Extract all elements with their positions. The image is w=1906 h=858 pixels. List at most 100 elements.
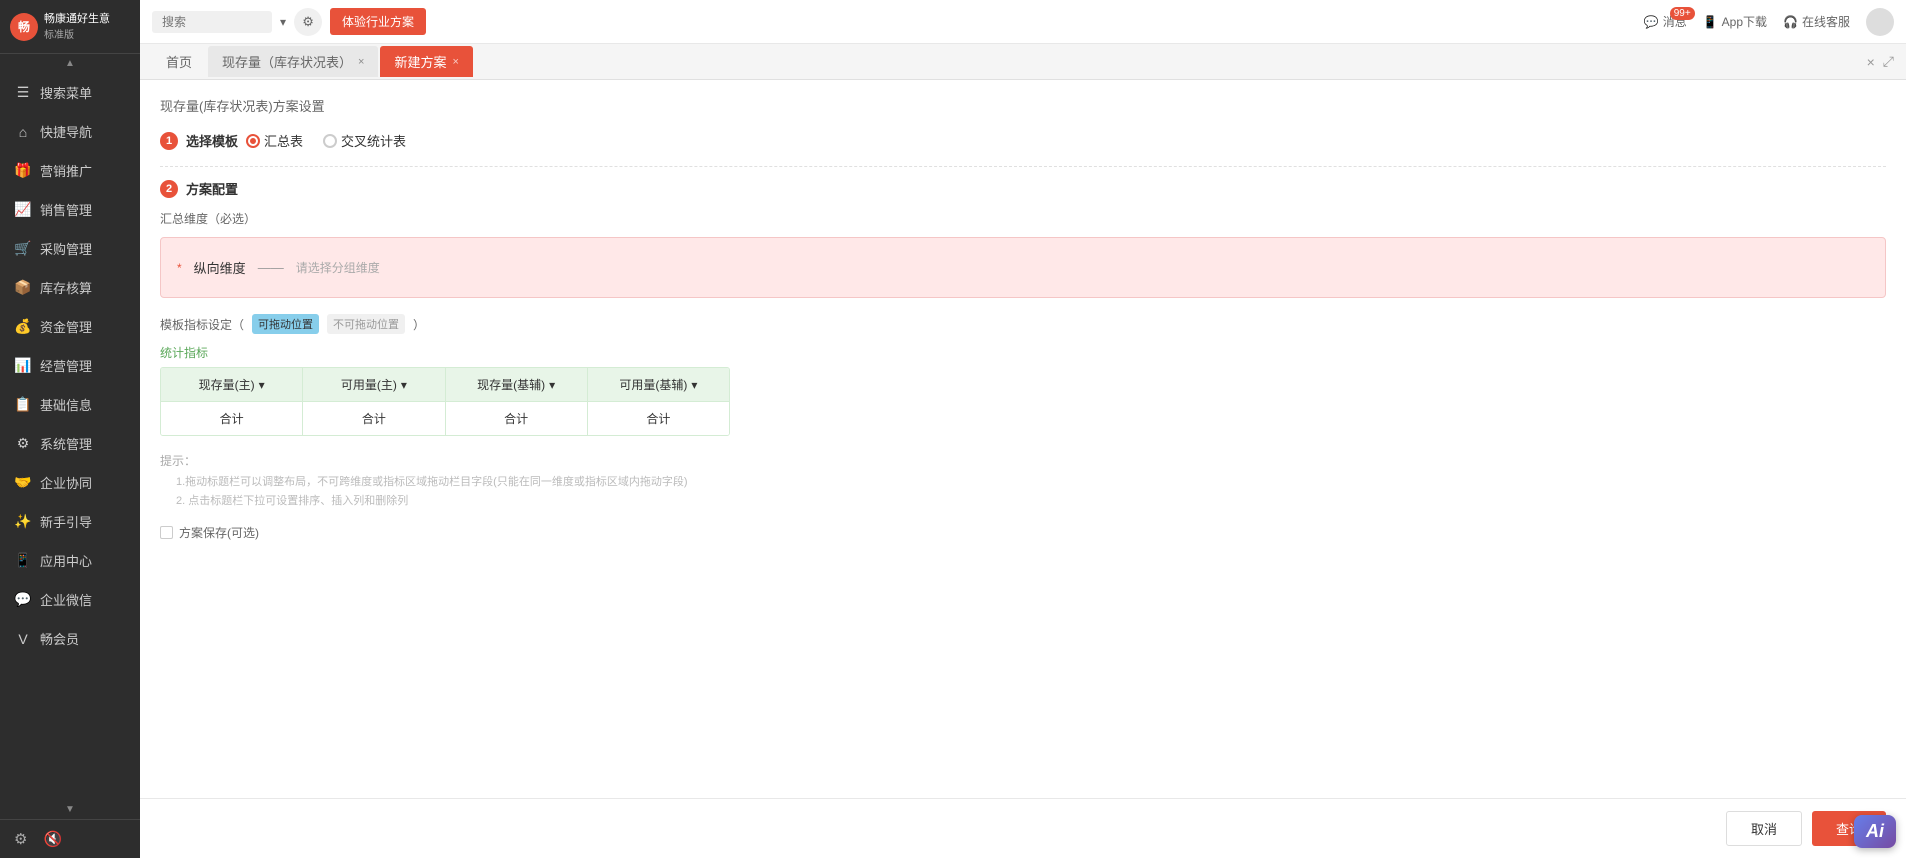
step1-title: 选择模板 [186,131,238,150]
customer-service-label: 在线客服 [1802,13,1850,30]
stats-data-cell-0-1: 合计 [303,402,445,435]
stats-header-cell-1[interactable]: 可用量(主) ▾ [303,368,445,401]
sidebar-item-enterprise[interactable]: 🤝 企业协同 [0,463,140,502]
sidebar-item-label: 企业协同 [40,473,92,492]
customer-service-item[interactable]: 🎧 在线客服 [1783,13,1850,30]
scroll-up-icon[interactable]: ▲ [65,58,75,69]
message-icon: 💬 [1644,15,1659,29]
sidebar-item-label: 采购管理 [40,239,92,258]
messages-item[interactable]: 💬 消息 99+ [1644,13,1687,30]
step2-number: 2 [160,180,178,198]
search-input[interactable] [152,11,272,33]
sidebar-item-label: 资金管理 [40,317,92,336]
stats-data-cell-0-3: 合计 [588,402,729,435]
dim-label: 纵向维度 [194,258,246,277]
sidebar-item-label: 应用中心 [40,551,92,570]
stats-header-cell-3[interactable]: 可用量(基辅) ▾ [588,368,729,401]
header-cell-0-dropdown-icon[interactable]: ▾ [259,378,265,392]
sidebar-item-enterprise-wechat[interactable]: 💬 企业微信 [0,580,140,619]
stats-table: 现存量(主) ▾ 可用量(主) ▾ 现存量(基辅) ▾ 可用量(基辅) [160,367,730,436]
panel-expand-button[interactable]: ⤢ [1883,53,1894,70]
header-cell-2-dropdown-icon[interactable]: ▾ [549,378,555,392]
stats-header-cell-2[interactable]: 现存量(基辅) ▾ [446,368,588,401]
panel-close-button[interactable]: × [1867,53,1875,70]
sidebar-item-system[interactable]: ⚙ 系统管理 [0,424,140,463]
finance-icon: 💰 [14,318,32,335]
tabbar: 首页 现存量（库存状况表） × 新建方案 × × ⤢ [140,44,1906,80]
header-cell-1-dropdown-icon[interactable]: ▾ [401,378,407,392]
indicator-label: 模板指标设定（ 可拖动位置 不可拖动位置 ） [160,314,1886,334]
save-checkbox-input[interactable] [160,526,173,539]
tab-inventory-status[interactable]: 现存量（库存状况表） × [208,46,378,77]
step1-header: 1 选择模板 汇总表 交叉统计表 [160,131,1886,150]
operations-icon: 📊 [14,357,32,374]
app-center-icon: 📱 [14,552,32,569]
sidebar-item-basic-info[interactable]: 📋 基础信息 [0,385,140,424]
sidebar-item-vip-member[interactable]: V 畅会员 [0,619,140,658]
radio-cross[interactable]: 交叉统计表 [323,131,406,150]
template-radio-group: 汇总表 交叉统计表 [246,131,406,150]
cancel-button[interactable]: 取消 [1726,811,1802,846]
sidebar-item-label: 搜索菜单 [40,83,92,102]
logo-text: 畅康通好生意 [44,12,110,26]
tab-new-scheme-close-icon[interactable]: × [452,56,458,68]
sidebar-item-label: 经营管理 [40,356,92,375]
topbar-right: 💬 消息 99+ 📱 App下载 🎧 在线客服 [1644,8,1894,36]
step2-section: 2 方案配置 汇总维度（必选） * 纵向维度 —— 请选择分组维度 模板指标设定… [160,179,1886,541]
dimension-section-label: 汇总维度（必选） [160,210,1886,227]
stats-data-cell-0-0: 合计 [161,402,303,435]
topbar: ▾ ⚙ 体验行业方案 💬 消息 99+ 📱 App下载 🎧 在线客服 [140,0,1906,44]
tab-inventory-close-icon[interactable]: × [358,56,364,68]
ai-badge[interactable]: Ai [1854,815,1896,848]
tab-new-scheme[interactable]: 新建方案 × [380,46,472,77]
step1-divider [160,166,1886,167]
sales-icon: 📈 [14,201,32,218]
sidebar-item-inventory[interactable]: 📦 库存核算 [0,268,140,307]
bottom-settings-icon[interactable]: ⚙ [14,830,27,848]
sidebar-item-label: 系统管理 [40,434,92,453]
sidebar-item-new-guide[interactable]: ✨ 新手引导 [0,502,140,541]
sidebar-item-marketing[interactable]: 🎁 营销推广 [0,151,140,190]
save-checkbox-container[interactable]: 方案保存(可选) [160,524,1886,541]
sidebar-item-quick-nav[interactable]: ⌂ 快捷导航 [0,112,140,151]
topbar-settings-btn[interactable]: ⚙ [294,8,322,36]
sidebar-item-app-center[interactable]: 📱 应用中心 [0,541,140,580]
sidebar-item-label: 新手引导 [40,512,92,531]
header-cell-3-dropdown-icon[interactable]: ▾ [691,378,697,392]
enterprise-icon: 🤝 [14,474,32,491]
stats-header-cell-0[interactable]: 现存量(主) ▾ [161,368,303,401]
sidebar-menu: ☰ 搜索菜单 ⌂ 快捷导航 🎁 营销推广 📈 销售管理 🛒 采购管理 📦 库存核… [0,73,140,800]
sidebar-item-finance[interactable]: 💰 资金管理 [0,307,140,346]
search-dropdown-btn[interactable]: ▾ [280,15,286,29]
sidebar-item-label: 企业微信 [40,590,92,609]
sidebar-item-label: 基础信息 [40,395,92,414]
customer-service-icon: 🎧 [1783,15,1798,29]
step1-number: 1 [160,132,178,150]
dimension-selector[interactable]: * 纵向维度 —— 请选择分组维度 [160,237,1886,298]
header-cell-2-label: 现存量(基辅) [477,376,545,393]
content-area: 现存量(库存状况表)方案设置 1 选择模板 汇总表 交叉统计表 [140,80,1906,798]
dim-placeholder: 请选择分组维度 [296,259,380,276]
tab-home[interactable]: 首页 [152,46,206,77]
sidebar-item-search-menu[interactable]: ☰ 搜索菜单 [0,73,140,112]
industry-solution-button[interactable]: 体验行业方案 [330,8,426,35]
sidebar-item-sales[interactable]: 📈 销售管理 [0,190,140,229]
panel-controls: × ⤢ [1867,53,1894,70]
sidebar-scroll-up[interactable]: ▲ [0,54,140,73]
sidebar-item-purchase[interactable]: 🛒 采购管理 [0,229,140,268]
radio-summary-circle [246,134,260,148]
sidebar: 畅 畅康通好生意 标准版 ▲ ☰ 搜索菜单 ⌂ 快捷导航 🎁 营销推广 📈 销售… [0,0,140,858]
sidebar-item-label: 营销推广 [40,161,92,180]
tab-home-label: 首页 [166,52,192,71]
tips-title: 提示： [160,452,1886,469]
scroll-down-icon[interactable]: ▼ [65,804,75,815]
bottom-mute-icon[interactable]: 🔇 [43,830,62,848]
radio-summary[interactable]: 汇总表 [246,131,303,150]
app-download-item[interactable]: 📱 App下载 [1703,13,1767,30]
sidebar-scroll-down[interactable]: ▼ [0,800,140,819]
user-avatar[interactable] [1866,8,1894,36]
marketing-icon: 🎁 [14,162,32,179]
sidebar-item-operations[interactable]: 📊 经营管理 [0,346,140,385]
footer: 取消 查询 [140,798,1906,858]
sidebar-bottom: ⚙ 🔇 [0,819,140,858]
